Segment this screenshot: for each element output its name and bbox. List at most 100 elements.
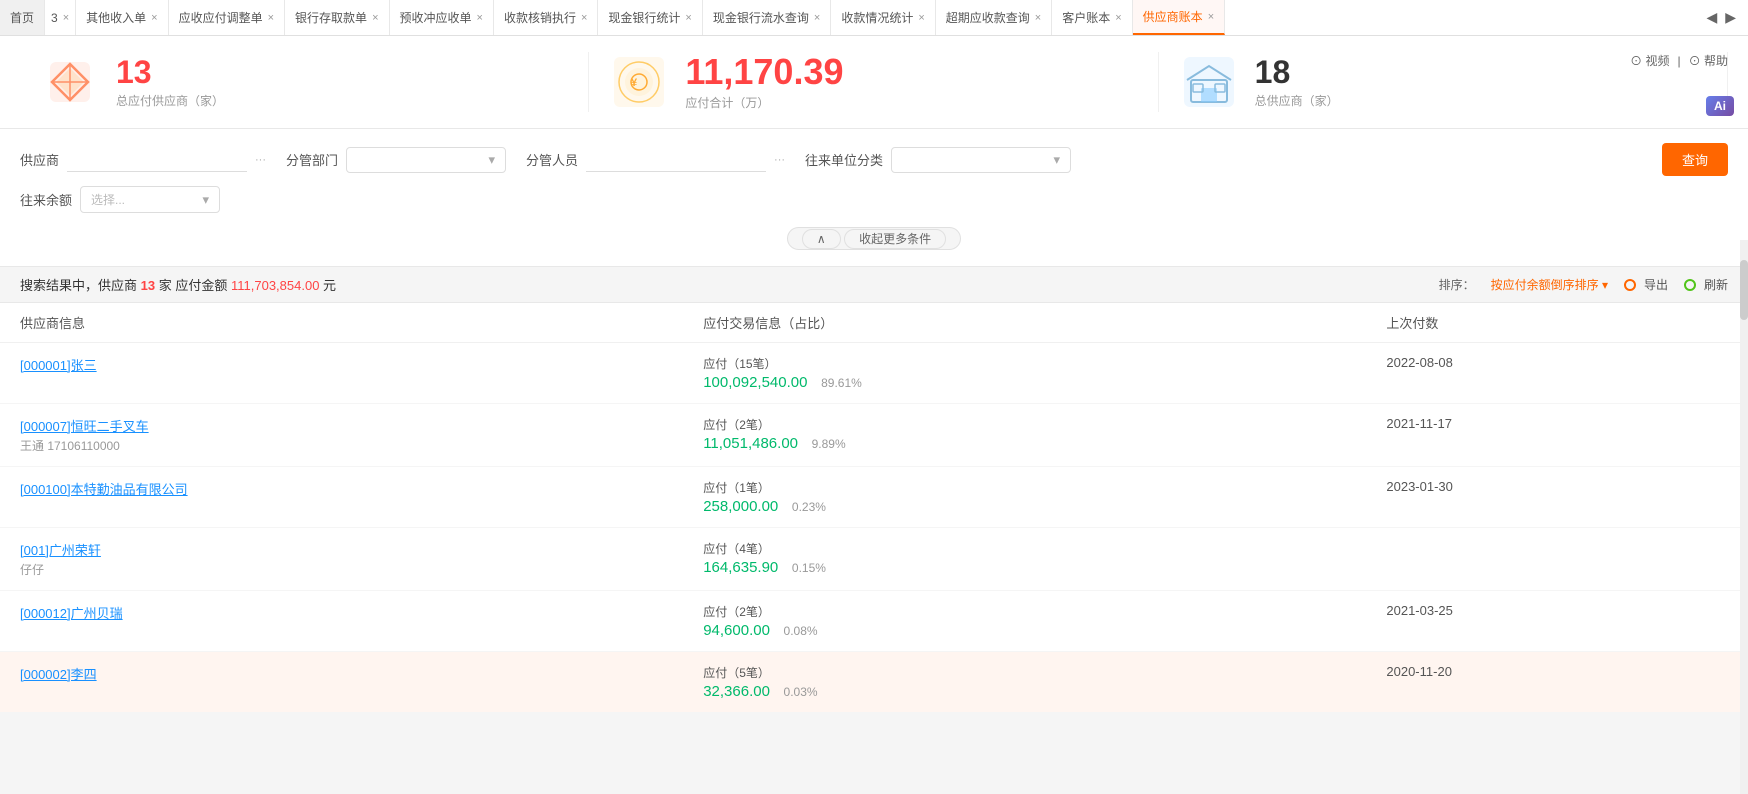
- transaction-percent-6: 0.03%: [784, 685, 818, 699]
- supplier-ellipsis[interactable]: ···: [255, 154, 266, 166]
- transaction-label-1: 应付（15笔）: [703, 355, 1386, 372]
- department-chevron-icon: ▾: [489, 152, 496, 168]
- manager-input[interactable]: [586, 148, 766, 172]
- nav-tab-cash-bank-flow[interactable]: 现金银行流水查询 ×: [703, 0, 831, 35]
- supplier-label: 供应商: [20, 150, 59, 169]
- supplier-info-4: [001]广州荣轩 仔仔: [20, 540, 703, 578]
- supplier-info-3: [000100]本特勤油品有限公司: [20, 479, 703, 498]
- collapse-up-icon: ∧: [802, 229, 841, 249]
- table-row: [001]广州荣轩 仔仔 应付（4笔） 164,635.90 0.15%: [0, 528, 1748, 591]
- nav-tab-3-close[interactable]: ×: [63, 12, 69, 24]
- stat-info-suppliers: 13 总应付供应商（家）: [116, 56, 224, 109]
- nav-arrow-left[interactable]: ◀: [1702, 9, 1721, 26]
- stat-label-total-suppliers: 总供应商（家）: [1255, 92, 1339, 109]
- department-field: 分管部门 ▾: [286, 147, 506, 173]
- result-amount: 111,703,854.00: [231, 278, 319, 293]
- transaction-amount-4[interactable]: 164,635.90: [703, 559, 778, 576]
- nav-tab-other-income-close[interactable]: ×: [151, 12, 157, 24]
- nav-tab-customer-account[interactable]: 客户账本 ×: [1052, 0, 1132, 35]
- nav-tab-home[interactable]: 首页: [0, 0, 45, 35]
- diamond-icon: [40, 52, 100, 112]
- refresh-button[interactable]: 刷新: [1684, 276, 1728, 293]
- nav-tab-ap-adjust[interactable]: 应收应付调整单 ×: [169, 0, 285, 35]
- nav-arrow-right[interactable]: ▶: [1721, 9, 1740, 26]
- nav-tab-overdue-query-label: 超期应收款查询: [946, 9, 1030, 26]
- nav-tab-prepay-collect-label: 预收冲应收单: [400, 9, 472, 26]
- nav-tab-cash-bank-stat[interactable]: 现金银行统计 ×: [598, 0, 702, 35]
- category-select[interactable]: ▾: [891, 147, 1071, 173]
- nav-tab-bank-deposit-close[interactable]: ×: [372, 12, 378, 24]
- table-row: [000100]本特勤油品有限公司 应付（1笔） 258,000.00 0.23…: [0, 467, 1748, 528]
- manager-ellipsis[interactable]: ···: [774, 154, 785, 166]
- stat-info-amount: 11,170.39 应付合计（万）: [685, 54, 843, 111]
- stat-label-amount: 应付合计（万）: [685, 94, 843, 111]
- help-link[interactable]: ⊙ 帮助: [1689, 52, 1728, 69]
- transaction-percent-1: 89.61%: [821, 376, 862, 390]
- supplier-input[interactable]: [67, 148, 247, 172]
- transaction-percent-5: 0.08%: [784, 624, 818, 638]
- last-payment-2: 2021-11-17: [1386, 416, 1728, 431]
- export-button[interactable]: 导出: [1624, 276, 1668, 293]
- query-button[interactable]: 查询: [1662, 143, 1728, 176]
- collapse-label: 收起更多条件: [844, 229, 946, 249]
- nav-tab-home-label: 首页: [10, 9, 34, 26]
- nav-tab-cash-bank-flow-label: 现金银行流水查询: [713, 9, 809, 26]
- supplier-link-5[interactable]: [000012]广州贝瑞: [20, 603, 703, 622]
- supplier-link-6[interactable]: [000002]李四: [20, 664, 703, 683]
- transaction-label-6: 应付（5笔）: [703, 664, 1386, 681]
- store-icon: [1179, 52, 1239, 112]
- refresh-icon: [1684, 279, 1696, 291]
- transaction-amount-5[interactable]: 94,600.00: [703, 622, 770, 639]
- stat-number-total-suppliers: 18: [1255, 56, 1339, 88]
- nav-tab-collect-verify[interactable]: 收款核销执行 ×: [494, 0, 598, 35]
- supplier-link-2[interactable]: [000007]恒旺二手叉车: [20, 416, 703, 435]
- nav-tab-prepay-collect-close[interactable]: ×: [477, 12, 483, 24]
- nav-tab-customer-account-close[interactable]: ×: [1115, 12, 1121, 24]
- top-navigation: 首页 3 × 其他收入单 × 应收应付调整单 × 银行存取款单 × 预收冲应收单…: [0, 0, 1748, 36]
- nav-tab-cash-bank-stat-label: 现金银行统计: [608, 9, 680, 26]
- result-text-prefix: 搜索结果中，供应商: [20, 278, 137, 293]
- ai-badge[interactable]: Ai: [1706, 96, 1734, 116]
- sort-value[interactable]: 按应付余额倒序排序 ▾: [1491, 276, 1608, 293]
- balance-select[interactable]: 选择... ▾: [80, 186, 220, 213]
- nav-tab-supplier-account[interactable]: 供应商账本 ×: [1133, 0, 1225, 35]
- col-header-supplier: 供应商信息: [20, 313, 703, 332]
- nav-tab-collect-stat[interactable]: 收款情况统计 ×: [831, 0, 935, 35]
- nav-tab-bank-deposit[interactable]: 银行存取款单 ×: [285, 0, 389, 35]
- transaction-amount-6[interactable]: 32,366.00: [703, 683, 770, 700]
- nav-tab-customer-account-label: 客户账本: [1062, 9, 1110, 26]
- category-chevron-icon: ▾: [1054, 152, 1061, 168]
- search-row-2: 往来余额 选择... ▾: [20, 186, 1728, 213]
- nav-tab-ap-adjust-label: 应收应付调整单: [179, 9, 263, 26]
- nav-tab-cash-bank-flow-close[interactable]: ×: [814, 12, 820, 24]
- department-select[interactable]: ▾: [346, 147, 506, 173]
- video-link[interactable]: ⊙ 视频: [1630, 52, 1669, 69]
- transaction-percent-3: 0.23%: [792, 500, 826, 514]
- header-stats: 13 总应付供应商（家） ¥ 11,170.39 应付合计（万）: [0, 36, 1748, 129]
- transaction-amount-1[interactable]: 100,092,540.00: [703, 374, 807, 391]
- nav-tab-overdue-query[interactable]: 超期应收款查询 ×: [936, 0, 1052, 35]
- supplier-sub-2: 王通 17106110000: [20, 437, 703, 454]
- wheat-icon: ¥: [609, 52, 669, 112]
- transaction-amount-3[interactable]: 258,000.00: [703, 498, 778, 515]
- scrollbar[interactable]: [1740, 240, 1748, 794]
- nav-tab-collect-verify-close[interactable]: ×: [581, 12, 587, 24]
- transaction-amount-2[interactable]: 11,051,486.00: [703, 435, 798, 452]
- stat-label-suppliers: 总应付供应商（家）: [116, 92, 224, 109]
- export-label: 导出: [1644, 276, 1668, 293]
- nav-tab-cash-bank-stat-close[interactable]: ×: [685, 12, 691, 24]
- nav-tab-collect-stat-close[interactable]: ×: [918, 12, 924, 24]
- nav-tab-ap-adjust-close[interactable]: ×: [268, 12, 274, 24]
- nav-tab-prepay-collect[interactable]: 预收冲应收单 ×: [390, 0, 494, 35]
- nav-tab-overdue-query-close[interactable]: ×: [1035, 12, 1041, 24]
- supplier-link-1[interactable]: [000001]张三: [20, 355, 703, 374]
- nav-tab-supplier-account-close[interactable]: ×: [1208, 11, 1214, 23]
- supplier-link-4[interactable]: [001]广州荣轩: [20, 540, 703, 559]
- transaction-info-1: 应付（15笔） 100,092,540.00 89.61%: [703, 355, 1386, 391]
- supplier-link-3[interactable]: [000100]本特勤油品有限公司: [20, 479, 703, 498]
- scrollbar-thumb[interactable]: [1740, 260, 1748, 320]
- result-supplier-count: 13: [141, 278, 155, 293]
- collapse-button[interactable]: ∧ 收起更多条件: [20, 223, 1728, 258]
- nav-tab-other-income[interactable]: 其他收入单 ×: [76, 0, 168, 35]
- nav-tab-3[interactable]: 3 ×: [45, 0, 76, 35]
